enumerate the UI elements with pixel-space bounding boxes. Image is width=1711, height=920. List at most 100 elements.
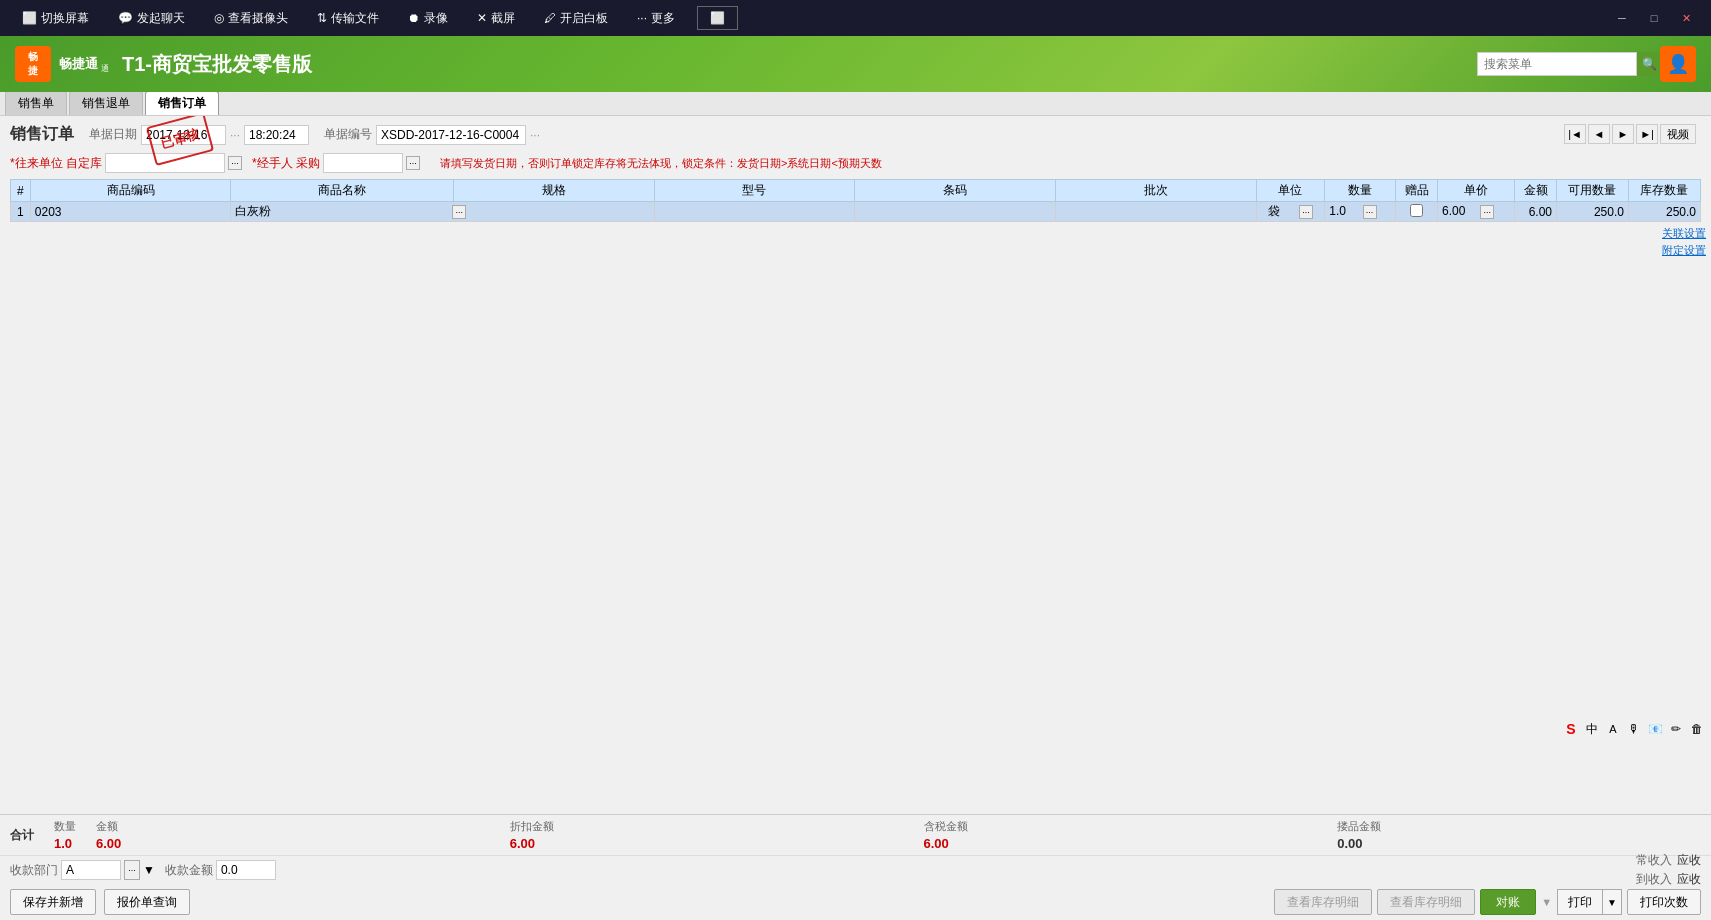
recv-in-value: 应收 xyxy=(1677,852,1701,869)
toolbar-btn-record[interactable]: ⏺ 录像 xyxy=(396,6,460,31)
col-product-code: 商品编码 xyxy=(30,180,231,202)
logo-icon: 畅捷 xyxy=(15,46,51,82)
gift-checkbox[interactable] xyxy=(1410,204,1423,217)
toolbar-btn-whiteboard[interactable]: 🖊 开启白板 xyxy=(532,6,620,31)
time-input[interactable] xyxy=(244,125,309,145)
cell-price[interactable]: ··· xyxy=(1437,202,1514,222)
minimize-button[interactable]: ─ xyxy=(1607,8,1637,28)
qty-label: 数量 xyxy=(54,819,76,834)
cell-barcode[interactable] xyxy=(855,202,1056,222)
logo-area: 畅捷 畅捷通 通 T1-商贸宝批发零售版 xyxy=(15,46,312,82)
attach-settings-link[interactable]: 附定设置 xyxy=(1662,243,1706,258)
toolbar-btn-fullscreen[interactable]: ⬜ xyxy=(697,6,738,30)
handler-search-button[interactable]: ··· xyxy=(406,156,420,170)
cell-product-name[interactable]: ··· xyxy=(231,202,454,222)
summary-total-qty: 合计 数量 1.0 xyxy=(10,819,76,851)
department-button[interactable]: ··· xyxy=(124,860,140,880)
table-row[interactable]: 1 ··· ··· ··· xyxy=(11,202,1701,222)
tab-sale-order-edit[interactable]: 销售订单 xyxy=(145,91,219,115)
cell-batch[interactable] xyxy=(1055,202,1256,222)
col-model: 型号 xyxy=(654,180,855,202)
submit-button[interactable]: 对账 xyxy=(1480,889,1536,915)
maximize-button[interactable]: □ xyxy=(1639,8,1669,28)
view-stock-button1[interactable]: 查看库存明细 xyxy=(1274,889,1372,915)
toolbar-btn-chat[interactable]: 💬 发起聊天 xyxy=(106,6,197,31)
col-seq: # xyxy=(11,180,31,202)
cell-amount: 6.00 xyxy=(1515,202,1557,222)
unit-button[interactable]: ··· xyxy=(1299,205,1313,219)
customer-row: *往来单位 自定库 ··· *经手人 采购 ··· 请填写发货日期，否则订单锁定… xyxy=(10,153,1701,173)
delete-icon[interactable]: 🗑 xyxy=(1688,720,1706,738)
toolbar-btn-transfer[interactable]: ⇅ 传输文件 xyxy=(305,6,391,31)
system-tray: S 中 A 🎙 📧 ✏ 🗑 xyxy=(1562,720,1706,738)
order-no-input[interactable] xyxy=(376,125,526,145)
col-barcode: 条码 xyxy=(855,180,1056,202)
cell-unit[interactable]: ··· xyxy=(1256,202,1325,222)
mic-icon[interactable]: 🎙 xyxy=(1625,720,1643,738)
order-table: # 商品编码 商品名称 规格 型号 条码 批次 单位 数量 赠品 单价 金额 可… xyxy=(10,179,1701,222)
app-name: T1-商贸宝批发零售版 xyxy=(122,51,312,78)
relation-settings-link[interactable]: 关联设置 xyxy=(1662,226,1706,241)
next-record-button[interactable]: ► xyxy=(1612,124,1634,144)
cell-seq: 1 xyxy=(11,202,31,222)
customer-search-button[interactable]: ··· xyxy=(228,156,242,170)
whiteboard-icon: 🖊 xyxy=(544,11,556,25)
department-input[interactable] xyxy=(61,860,121,880)
toolbar-btn-switch-screen[interactable]: ⬜ 切换屏幕 xyxy=(10,6,101,31)
print-arrow-button[interactable]: ▼ xyxy=(1603,890,1621,914)
edit-icon[interactable]: ✏ xyxy=(1667,720,1685,738)
toolbar-btn-screenshot[interactable]: ✕ 截屏 xyxy=(465,6,527,31)
price-button[interactable]: ··· xyxy=(1480,205,1494,219)
close-button[interactable]: ✕ xyxy=(1671,8,1701,28)
cell-model[interactable] xyxy=(654,202,855,222)
qty-button[interactable]: ··· xyxy=(1363,205,1377,219)
tab-return-order[interactable]: 销售退单 xyxy=(69,91,143,115)
print-button[interactable]: 打印 xyxy=(1558,890,1603,914)
form-header: 销售订单 单据日期 ··· 单据编号 ··· 已审核 |◄ ◄ ► ►| 视频 xyxy=(10,124,1701,145)
prev-record-button[interactable]: ◄ xyxy=(1588,124,1610,144)
col-qty: 数量 xyxy=(1325,180,1396,202)
product-code-input[interactable] xyxy=(35,205,227,219)
action-right-buttons: 查看库存明细 查看库存明细 对账 ▼ 打印 ▼ 打印次数 xyxy=(1274,889,1701,915)
first-record-button[interactable]: |◄ xyxy=(1564,124,1586,144)
product-name-input[interactable] xyxy=(235,205,449,219)
view-stock-button2[interactable]: 查看库存明细 xyxy=(1377,889,1475,915)
toolbar-btn-more[interactable]: ··· 更多 xyxy=(625,6,687,31)
receipt-amount-input[interactable] xyxy=(216,860,276,880)
input-row: 收款部门 ··· ▼ 收款金额 常收入 应收 到收入 应收 xyxy=(0,856,1711,884)
cell-gift[interactable] xyxy=(1396,202,1438,222)
search-button[interactable]: 🔍 xyxy=(1637,52,1661,76)
sougou-icon[interactable]: S xyxy=(1562,720,1580,738)
cost-value: 0.00 xyxy=(1337,836,1701,851)
print-count-button[interactable]: 打印次数 xyxy=(1627,889,1701,915)
screenshot-icon: ✕ xyxy=(477,11,487,25)
customer-label: *往来单位 自定库 xyxy=(10,155,102,172)
handler-input[interactable] xyxy=(323,153,403,173)
summary-amount-item: 金额 6.00 xyxy=(96,819,460,851)
user-avatar[interactable]: 👤 xyxy=(1660,46,1696,82)
col-spec: 规格 xyxy=(454,180,655,202)
save-new-button[interactable]: 保存并新增 xyxy=(10,889,96,915)
window-controls: ─ □ ✕ xyxy=(1607,0,1701,36)
cell-qty[interactable]: ··· xyxy=(1325,202,1396,222)
search-input[interactable] xyxy=(1477,52,1637,76)
last-record-button[interactable]: ►| xyxy=(1636,124,1658,144)
mail-icon[interactable]: 📧 xyxy=(1646,720,1664,738)
cell-spec[interactable] xyxy=(454,202,655,222)
cell-avail-qty: 250.0 xyxy=(1557,202,1629,222)
input-method-icon[interactable]: 中 xyxy=(1583,720,1601,738)
order-no-label: 单据编号 xyxy=(324,126,372,143)
right-links: 关联设置 附定设置 xyxy=(1662,226,1706,258)
price-history-button[interactable]: 报价单查询 xyxy=(104,889,190,915)
toolbar-btn-camera[interactable]: ◎ 查看摄像头 xyxy=(202,6,300,31)
col-product-name: 商品名称 xyxy=(231,180,454,202)
lang-icon[interactable]: A xyxy=(1604,720,1622,738)
tax-value: 6.00 xyxy=(924,836,1288,851)
recv-out-value: 应收 xyxy=(1677,871,1701,888)
view-button[interactable]: 视频 xyxy=(1660,124,1696,144)
tab-bar: 销售单 销售退单 销售订单 xyxy=(0,92,1711,116)
record-icon: ⏺ xyxy=(408,11,420,25)
summary-cost-item: 搂品金额 0.00 xyxy=(1337,819,1701,851)
tab-sale-order-list[interactable]: 销售单 xyxy=(5,91,67,115)
cell-product-code[interactable] xyxy=(30,202,231,222)
